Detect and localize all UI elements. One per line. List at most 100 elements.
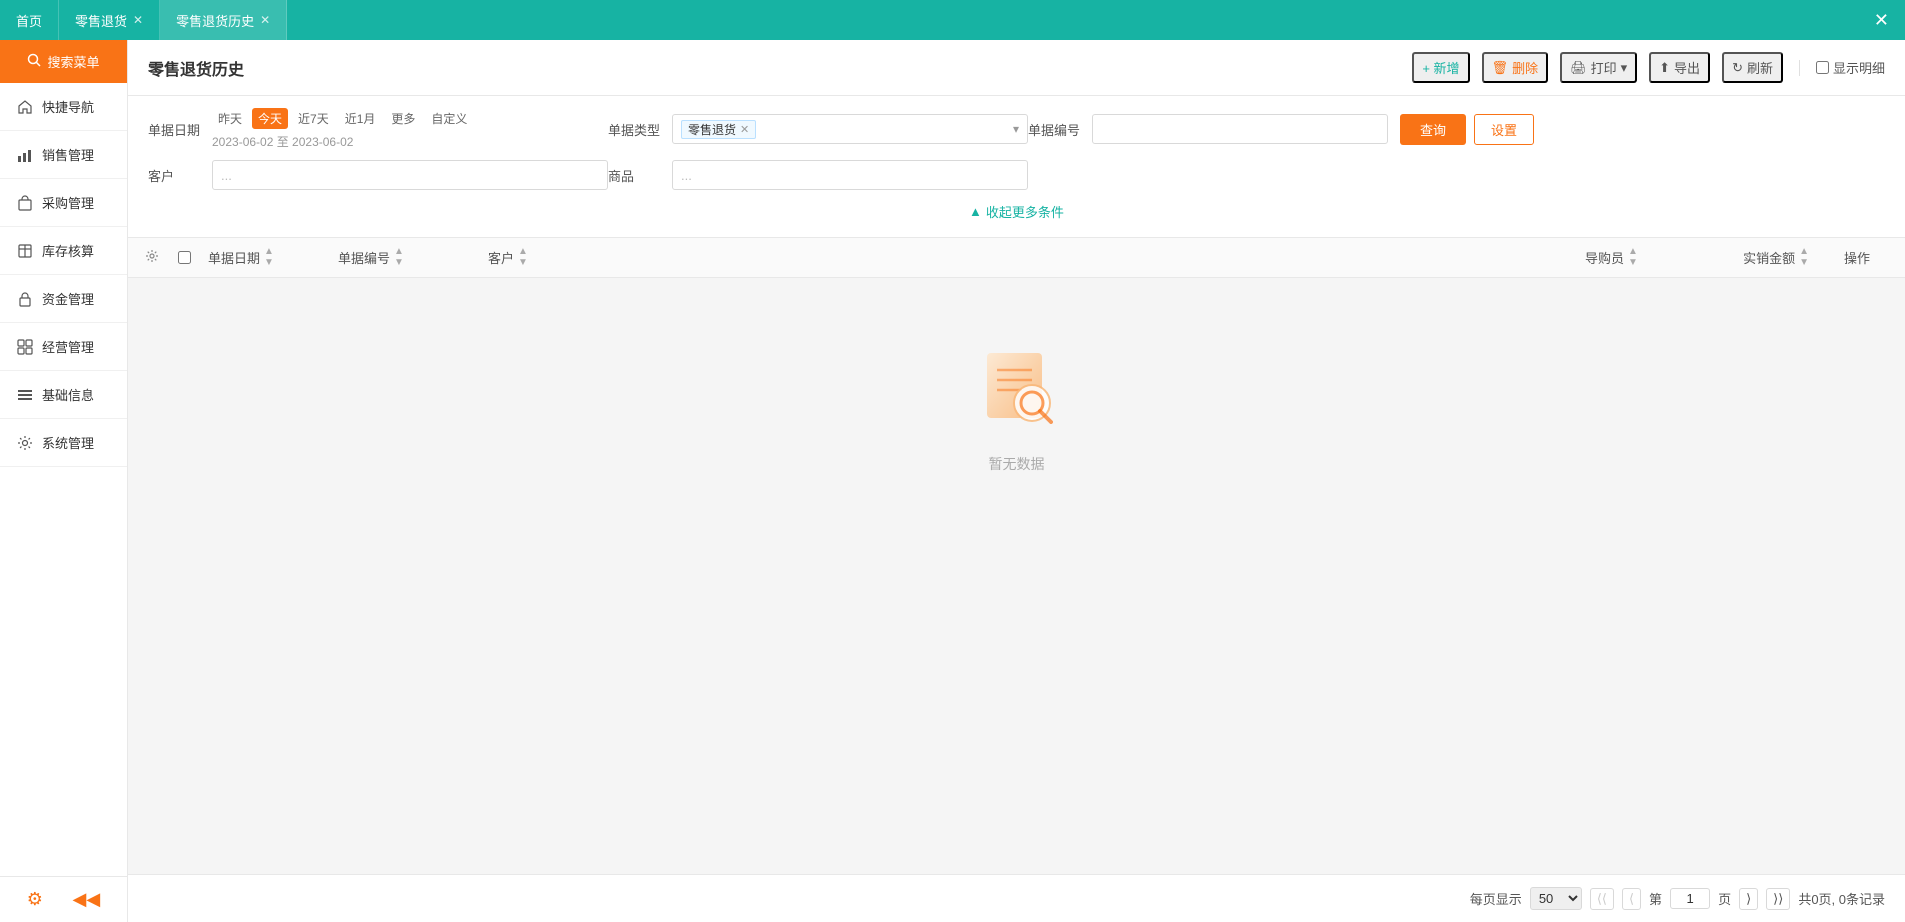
- tab-retail-return-history[interactable]: 零售退货历史 ✕: [160, 0, 287, 40]
- bag-icon: [16, 194, 34, 212]
- last-page-button[interactable]: ⟩⟩: [1766, 888, 1790, 910]
- pagination-summary: 共0页, 0条记录: [1798, 889, 1885, 908]
- th-select-all[interactable]: [168, 251, 200, 264]
- type-tag: 零售退货 ✕: [681, 120, 756, 139]
- volume-button[interactable]: ◀◀: [73, 889, 101, 910]
- page-size-select[interactable]: 10 20 50 100: [1530, 887, 1582, 910]
- sidebar-item-finance[interactable]: 资金管理: [0, 275, 127, 323]
- customer-select[interactable]: ...: [212, 160, 608, 190]
- customer-select-text: ...: [221, 168, 599, 183]
- search-menu-label: 搜索菜单: [47, 52, 99, 71]
- tab-retail-return-close[interactable]: ✕: [133, 13, 143, 27]
- sidebar-item-quick-nav[interactable]: 快捷导航: [0, 83, 127, 131]
- empty-text: 暂无数据: [989, 454, 1045, 474]
- th-guide-sort-icon: ▲▼: [1628, 247, 1638, 268]
- sidebar-item-inventory-label: 库存核算: [42, 241, 94, 260]
- order-input[interactable]: [1092, 114, 1388, 144]
- search-menu-button[interactable]: 搜索菜单: [0, 40, 127, 83]
- settings-button[interactable]: ⚙: [27, 889, 43, 910]
- th-order-label: 单据编号: [338, 248, 390, 267]
- print-button[interactable]: 🖨 打印 ▾: [1560, 52, 1637, 83]
- page-input[interactable]: [1670, 888, 1710, 909]
- th-amount[interactable]: 实销金额 ▲▼: [1697, 247, 1817, 268]
- th-amount-label: 实销金额: [1743, 248, 1795, 267]
- sidebar-item-system-mgmt[interactable]: 系统管理: [0, 419, 127, 467]
- window-close-button[interactable]: ✕: [1858, 10, 1905, 31]
- date-btn-custom[interactable]: 自定义: [425, 108, 473, 129]
- divider: [1799, 60, 1800, 76]
- th-guide[interactable]: 导购员 ▲▼: [1577, 247, 1697, 268]
- goods-label: 商品: [608, 166, 664, 185]
- th-order[interactable]: 单据编号 ▲▼: [330, 247, 480, 268]
- table-body: 暂无数据: [128, 278, 1905, 874]
- filter-row-2: 客户 ... 商品 ...: [148, 160, 1885, 190]
- type-select-chevron-icon: ▾: [1013, 122, 1019, 136]
- goods-select-text: ...: [681, 168, 1019, 183]
- th-guide-label: 导购员: [1585, 248, 1624, 267]
- th-customer-label: 客户: [488, 248, 514, 267]
- setting-label: 设置: [1491, 123, 1517, 138]
- sidebar-item-inventory[interactable]: 库存核算: [0, 227, 127, 275]
- sidebar: 搜索菜单 快捷导航 销售管理: [0, 40, 128, 922]
- sidebar-item-purchase-mgmt-label: 采购管理: [42, 193, 94, 212]
- filter-area: 单据日期 昨天 今天 近7天 近1月 更多 自定义 2023-06-02 至 2…: [128, 96, 1905, 238]
- next-page-button[interactable]: ⟩: [1739, 888, 1758, 910]
- date-btn-today[interactable]: 今天: [252, 108, 288, 129]
- th-customer[interactable]: 客户 ▲▼: [480, 247, 1577, 268]
- pagination: 每页显示 10 20 50 100 ⟨⟨ ⟨ 第 页 ⟩ ⟩⟩ 共0页, 0条记…: [128, 874, 1905, 922]
- date-btn-yesterday[interactable]: 昨天: [212, 108, 248, 129]
- export-icon: ⬆: [1659, 60, 1670, 76]
- page-header: 零售退货历史 + 新增 🗑 删除 🖨 打印 ▾ ⬆ 导出: [128, 40, 1905, 96]
- empty-state: 暂无数据: [128, 278, 1905, 534]
- filter-goods: 商品 ...: [608, 160, 1028, 190]
- first-page-button[interactable]: ⟨⟨: [1590, 888, 1614, 910]
- page-label: 第: [1649, 889, 1662, 908]
- setting-button[interactable]: 设置: [1474, 114, 1534, 145]
- export-button[interactable]: ⬆ 导出: [1649, 52, 1710, 83]
- sidebar-item-basic-info[interactable]: 基础信息: [0, 371, 127, 419]
- print-icon: 🖨: [1570, 60, 1587, 76]
- th-action-label: 操作: [1844, 248, 1870, 267]
- th-amount-sort-icon: ▲▼: [1799, 247, 1809, 268]
- th-settings[interactable]: [136, 249, 168, 266]
- sidebar-item-sales-mgmt[interactable]: 销售管理: [0, 131, 127, 179]
- th-date-sort-icon: ▲▼: [264, 247, 274, 268]
- date-label: 单据日期: [148, 120, 204, 139]
- query-label: 查询: [1420, 123, 1446, 138]
- tab-retail-return-history-close[interactable]: ✕: [260, 13, 270, 27]
- filter-type: 单据类型 零售退货 ✕ ▾: [608, 114, 1028, 144]
- refresh-button[interactable]: ↻ 刷新: [1722, 52, 1783, 83]
- sidebar-item-business[interactable]: 经营管理: [0, 323, 127, 371]
- filter-row-1: 单据日期 昨天 今天 近7天 近1月 更多 自定义 2023-06-02 至 2…: [148, 108, 1885, 150]
- tab-retail-return[interactable]: 零售退货 ✕: [59, 0, 160, 40]
- collapse-button[interactable]: ▲ 收起更多条件: [957, 198, 1076, 225]
- filter-customer: 客户 ...: [148, 160, 608, 190]
- query-button[interactable]: 查询: [1400, 114, 1466, 145]
- prev-page-button[interactable]: ⟨: [1622, 888, 1641, 910]
- tab-home[interactable]: 首页: [0, 0, 59, 40]
- goods-select[interactable]: ...: [672, 160, 1028, 190]
- type-tag-text: 零售退货: [688, 121, 736, 138]
- sidebar-item-purchase-mgmt[interactable]: 采购管理: [0, 179, 127, 227]
- tab-retail-return-history-label: 零售退货历史: [176, 11, 254, 30]
- tab-home-label: 首页: [16, 11, 42, 30]
- display-detail-input[interactable]: [1816, 61, 1829, 74]
- date-btn-7days[interactable]: 近7天: [292, 108, 335, 129]
- tab-retail-return-label: 零售退货: [75, 11, 127, 30]
- delete-button[interactable]: 🗑 删除: [1482, 52, 1549, 83]
- print-chevron-icon: ▾: [1621, 60, 1628, 76]
- date-btn-1month[interactable]: 近1月: [339, 108, 382, 129]
- new-button[interactable]: + 新增: [1412, 52, 1469, 83]
- main-layout: 搜索菜单 快捷导航 销售管理: [0, 40, 1905, 922]
- date-btn-more[interactable]: 更多: [385, 108, 421, 129]
- delete-icon: 🗑: [1492, 60, 1509, 76]
- display-detail-label: 显示明细: [1833, 58, 1885, 77]
- type-select[interactable]: 零售退货 ✕ ▾: [672, 114, 1028, 144]
- settings-icon: [145, 249, 159, 266]
- th-date[interactable]: 单据日期 ▲▼: [200, 247, 330, 268]
- type-tag-close[interactable]: ✕: [740, 123, 749, 136]
- select-all-checkbox[interactable]: [178, 251, 191, 264]
- display-detail-checkbox[interactable]: 显示明细: [1816, 58, 1885, 77]
- table-container: 单据日期 ▲▼ 单据编号 ▲▼ 客户 ▲▼: [128, 238, 1905, 874]
- th-date-label: 单据日期: [208, 248, 260, 267]
